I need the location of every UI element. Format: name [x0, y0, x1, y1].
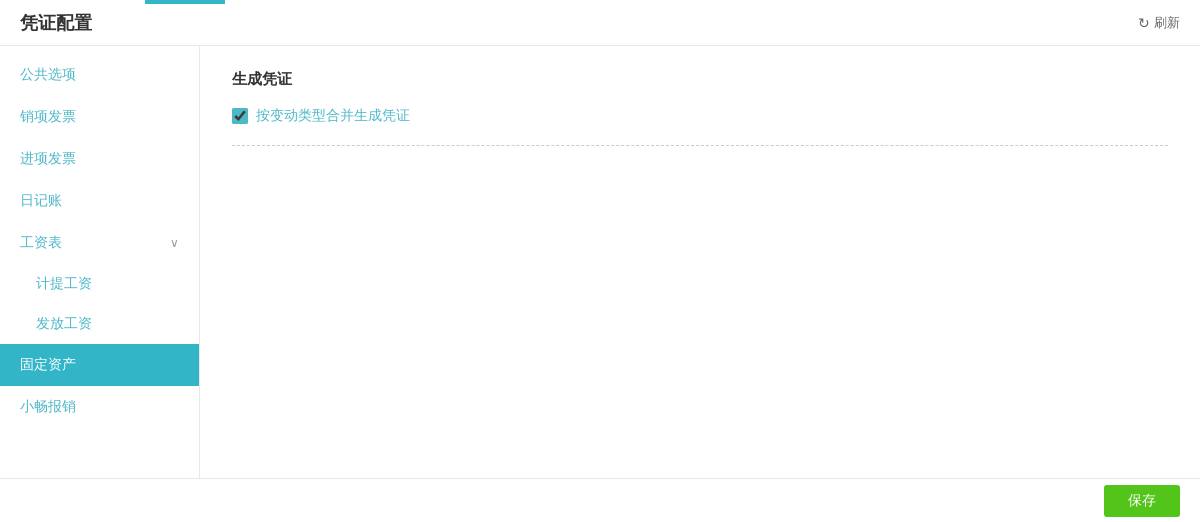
sidebar-item-pay-salary[interactable]: 发放工资 — [0, 304, 199, 344]
sidebar-item-purchase-invoice[interactable]: 进项发票 — [0, 138, 199, 180]
sidebar-item-payroll-table[interactable]: 工资表 ∨ — [0, 222, 199, 264]
sidebar-item-calc-salary[interactable]: 计提工资 — [0, 264, 199, 304]
save-button[interactable]: 保存 — [1104, 485, 1180, 517]
page-footer: 保存 — [0, 478, 1200, 522]
content-area: 生成凭证 按变动类型合并生成凭证 — [200, 46, 1200, 478]
section-divider — [232, 145, 1168, 146]
refresh-label: 刷新 — [1154, 14, 1180, 32]
sidebar: 公共选项 销项发票 进项发票 日记账 工资表 ∨ 计提工资 发放工资 固定资产 … — [0, 46, 200, 478]
sidebar-item-journal[interactable]: 日记账 — [0, 180, 199, 222]
refresh-icon: ↻ — [1138, 15, 1150, 31]
section-title: 生成凭证 — [232, 70, 1168, 89]
refresh-button[interactable]: ↻ 刷新 — [1138, 14, 1180, 32]
checkbox-row: 按变动类型合并生成凭证 — [232, 107, 1168, 125]
merge-by-type-checkbox[interactable] — [232, 108, 248, 124]
main-layout: 公共选项 销项发票 进项发票 日记账 工资表 ∨ 计提工资 发放工资 固定资产 … — [0, 46, 1200, 478]
page-header: 凭证配置 ↻ 刷新 — [0, 0, 1200, 46]
sidebar-item-sales-invoice[interactable]: 销项发票 — [0, 96, 199, 138]
sidebar-item-expense-report[interactable]: 小畅报销 — [0, 386, 199, 428]
page-title: 凭证配置 — [20, 11, 92, 35]
chevron-down-icon: ∨ — [170, 236, 179, 250]
merge-by-type-label[interactable]: 按变动类型合并生成凭证 — [256, 107, 410, 125]
sidebar-item-fixed-assets[interactable]: 固定资产 — [0, 344, 199, 386]
sidebar-item-public-options[interactable]: 公共选项 — [0, 54, 199, 96]
